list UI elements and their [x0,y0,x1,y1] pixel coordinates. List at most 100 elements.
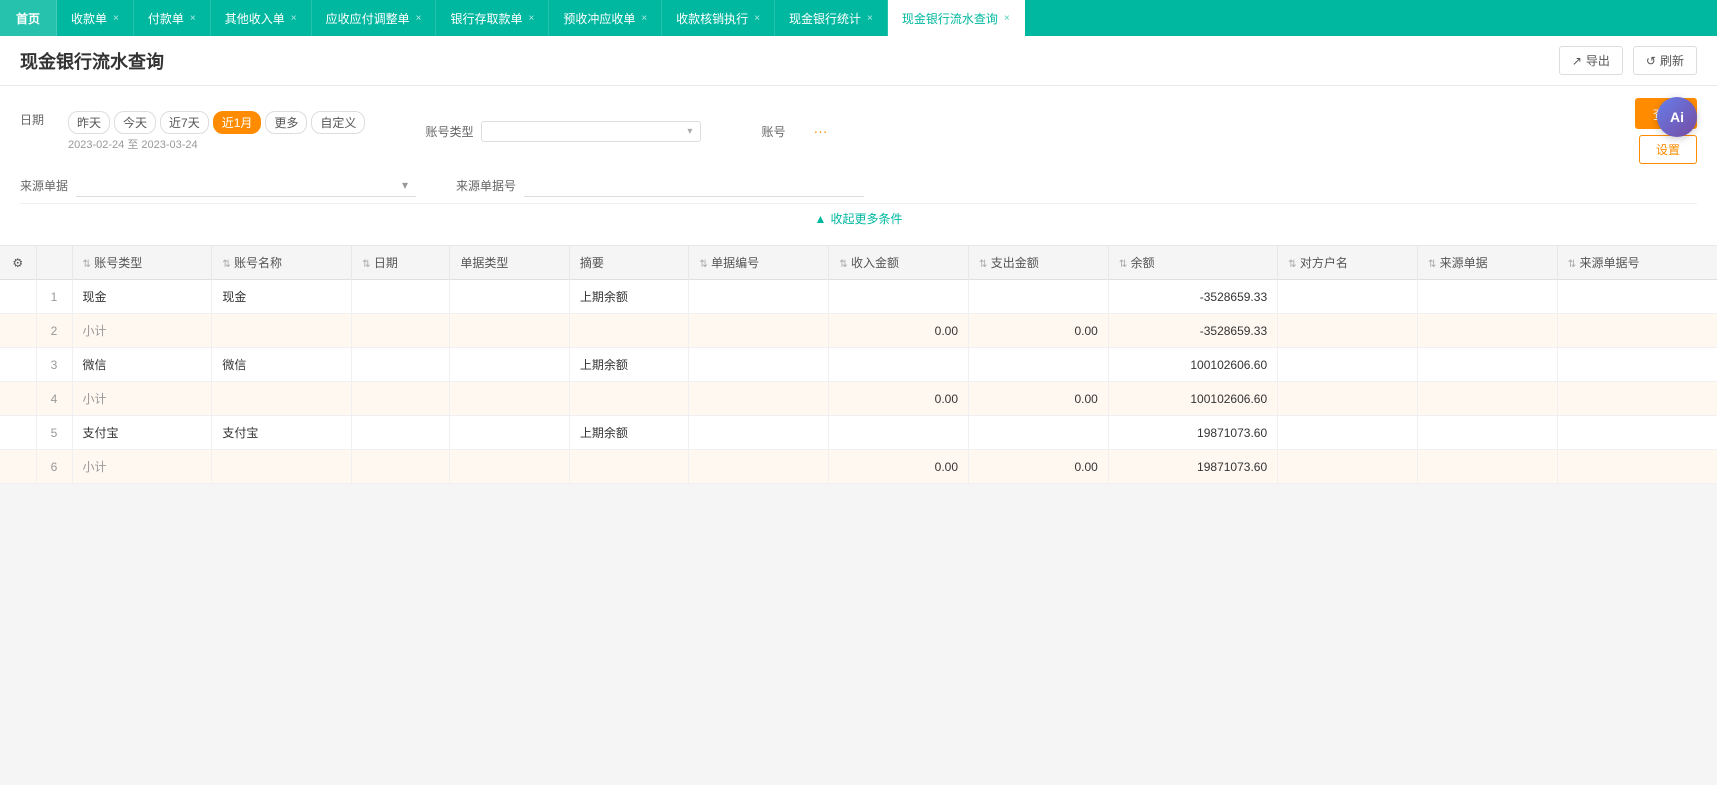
nav-cash-bank-flow[interactable]: 现金银行流水查询 × [888,0,1025,36]
page-title: 现金银行流水查询 [20,48,164,74]
cell-counterpart [1278,348,1418,382]
cell-source-doc-no [1557,314,1717,348]
account-type-select[interactable]: ▾ [481,121,701,142]
refresh-button[interactable]: ↺ 刷新 [1633,46,1697,75]
nav-advance-offset-label: 预收冲应收单 [563,10,635,27]
account-dots-button[interactable]: ··· [809,123,831,139]
nav-receipt-writeoff[interactable]: 收款核销执行 × [662,0,775,36]
nav-other-income[interactable]: 其他收入单 × [211,0,312,36]
cell-doc-no [689,348,829,382]
cell-summary: 上期余额 [569,416,689,450]
nav-advance-offset-close[interactable]: × [641,13,647,24]
col-source-doc[interactable]: ⇅ 来源单据 [1417,246,1557,280]
chevron-up-icon: ▲ [815,212,827,226]
account-type-filter: 账号类型 ▾ [425,121,701,142]
nav-payment[interactable]: 付款单 × [134,0,211,36]
cell-income [829,348,969,382]
source-doc-no-input[interactable] [524,174,864,197]
cell-doc-no [689,450,829,484]
cell-settings [0,382,36,416]
nav-bank-deposit-close[interactable]: × [528,13,534,24]
cell-row-num: 6 [36,450,72,484]
table-row[interactable]: 4小计0.000.00100102606.60 [0,382,1717,416]
cell-doc-type [450,416,570,450]
nav-payment-close[interactable]: × [190,13,196,24]
col-expense[interactable]: ⇅ 支出金额 [969,246,1109,280]
cell-counterpart [1278,280,1418,314]
date-1month[interactable]: 近1月 [213,111,262,134]
cell-counterpart [1278,314,1418,348]
nav-home[interactable]: 首页 [0,0,57,36]
table-row[interactable]: 2小计0.000.00-3528659.33 [0,314,1717,348]
cell-balance: -3528659.33 [1108,280,1277,314]
nav-receipt-close[interactable]: × [113,13,119,24]
account-type-label: 账号类型 [425,123,473,140]
col-date[interactable]: ⇅ 日期 [352,246,450,280]
table-row[interactable]: 1现金现金上期余额-3528659.33 [0,280,1717,314]
sort-icon-10: ⇅ [1568,259,1576,270]
col-settings[interactable]: ⚙ [0,246,36,280]
sort-icon-6: ⇅ [979,259,987,270]
date-today[interactable]: 今天 [114,111,156,134]
header-actions: ↗ 导出 ↺ 刷新 [1559,46,1697,75]
data-table: ⚙ ⇅ 账号类型 ⇅ 账号名称 ⇅ 日期 单据类型 摘要 ⇅ 单据编号 ⇅ 收入… [0,246,1717,484]
export-button[interactable]: ↗ 导出 [1559,46,1623,75]
cell-doc-no [689,280,829,314]
cell-date [352,450,450,484]
cell-date [352,280,450,314]
nav-other-income-label: 其他收入单 [225,10,285,27]
cell-account-type: 支付宝 [72,416,212,450]
collapse-label: 收起更多条件 [830,210,902,227]
nav-bank-deposit[interactable]: 银行存取款单 × [436,0,549,36]
cell-expense [969,280,1109,314]
date-7days[interactable]: 近7天 [160,111,209,134]
table-row[interactable]: 3微信微信上期余额100102606.60 [0,348,1717,382]
date-more[interactable]: 更多 [265,111,307,134]
collapse-bar[interactable]: ▲ 收起更多条件 [20,203,1697,233]
cell-doc-type [450,450,570,484]
ai-assistant-button[interactable]: Ai [1657,97,1697,137]
cell-account-name [212,314,352,348]
col-doc-no[interactable]: ⇅ 单据编号 [689,246,829,280]
date-yesterday[interactable]: 昨天 [68,111,110,134]
cell-account-name [212,450,352,484]
nav-other-income-close[interactable]: × [291,13,297,24]
table-row[interactable]: 5支付宝支付宝上期余额19871073.60 [0,416,1717,450]
cell-account-name [212,382,352,416]
nav-cash-bank-stat[interactable]: 现金银行统计 × [775,0,888,36]
sort-icon-2: ⇅ [222,259,230,270]
col-counterpart[interactable]: ⇅ 对方户名 [1278,246,1418,280]
settings-button[interactable]: 设置 [1639,135,1697,164]
table-row[interactable]: 6小计0.000.0019871073.60 [0,450,1717,484]
cell-doc-no [689,416,829,450]
cell-settings [0,314,36,348]
cell-row-num: 1 [36,280,72,314]
col-source-doc-no[interactable]: ⇅ 来源单据号 [1557,246,1717,280]
nav-ar-ap-adjust[interactable]: 应收应付调整单 × [312,0,437,36]
nav-advance-offset[interactable]: 预收冲应收单 × [549,0,662,36]
col-account-name[interactable]: ⇅ 账号名称 [212,246,352,280]
nav-cash-bank-stat-close[interactable]: × [867,13,873,24]
cell-row-num: 2 [36,314,72,348]
nav-home-label: 首页 [16,10,40,27]
cell-expense: 0.00 [969,314,1109,348]
cell-source-doc [1417,416,1557,450]
nav-receipt-writeoff-close[interactable]: × [754,13,760,24]
filter-area: 日期 昨天 今天 近7天 近1月 更多 自定义 2023-02-24 至 202… [0,86,1717,246]
col-account-type[interactable]: ⇅ 账号类型 [72,246,212,280]
cell-settings [0,450,36,484]
nav-cash-bank-flow-close[interactable]: × [1004,13,1010,24]
nav-ar-ap-adjust-close[interactable]: × [416,13,422,24]
cell-income: 0.00 [829,382,969,416]
account-filter: 账号 ··· [761,123,831,140]
source-doc-select[interactable]: ▾ [76,174,416,197]
cell-counterpart [1278,450,1418,484]
date-shortcuts-container: 昨天 今天 近7天 近1月 更多 自定义 2023-02-24 至 2023-0… [68,111,365,152]
col-income[interactable]: ⇅ 收入金额 [829,246,969,280]
nav-bank-deposit-label: 银行存取款单 [450,10,522,27]
col-balance[interactable]: ⇅ 余额 [1108,246,1277,280]
date-custom[interactable]: 自定义 [311,111,365,134]
nav-payment-label: 付款单 [148,10,184,27]
cell-date [352,416,450,450]
nav-receipt[interactable]: 收款单 × [57,0,134,36]
